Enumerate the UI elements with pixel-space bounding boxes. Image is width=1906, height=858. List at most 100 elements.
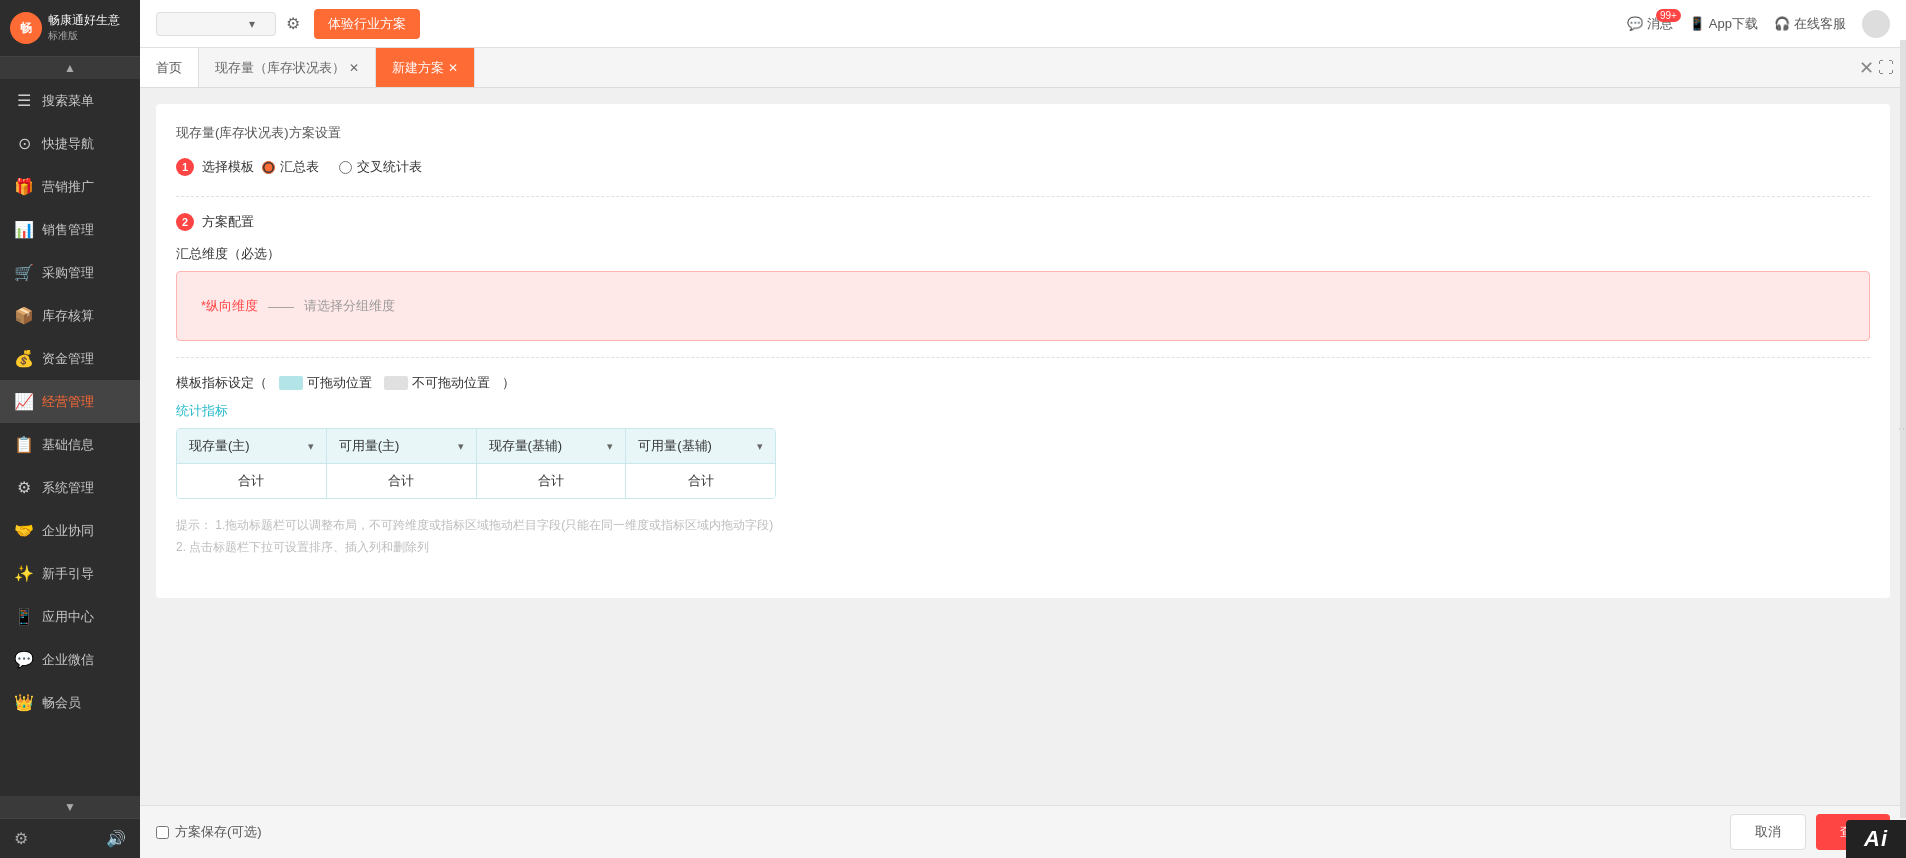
sales-icon: 📊 — [14, 220, 34, 239]
section-choose-template: 1 选择模板 汇总表 交叉统计表 — [176, 158, 1870, 176]
sidebar-item-enterprise[interactable]: 🤝 企业协同 — [0, 509, 140, 552]
sidebar-item-member[interactable]: 👑 畅会员 — [0, 681, 140, 724]
tab-new-scheme-close[interactable]: ✕ — [448, 61, 458, 75]
tab-inventory-close[interactable]: ✕ — [349, 61, 359, 75]
industry-btn[interactable]: 体验行业方案 — [314, 9, 420, 39]
sidebar-item-marketing[interactable]: 🎁 营销推广 — [0, 165, 140, 208]
cancel-button[interactable]: 取消 — [1730, 814, 1806, 850]
sidebar-item-inventory[interactable]: 📦 库存核算 — [0, 294, 140, 337]
sidebar-item-search-menu[interactable]: ☰ 搜索菜单 — [0, 79, 140, 122]
sidebar-item-label: 快捷导航 — [42, 135, 94, 153]
sidebar-item-finance[interactable]: 💰 资金管理 — [0, 337, 140, 380]
movable-badge: 可拖动位置 — [279, 374, 372, 392]
save-checkbox[interactable] — [156, 826, 169, 839]
sidebar-item-label: 营销推广 — [42, 178, 94, 196]
search-menu-icon: ☰ — [14, 91, 34, 110]
indicator-settings-label: 模板指标设定（ — [176, 374, 267, 392]
purchase-icon: 🛒 — [14, 263, 34, 282]
inventory-icon: 📦 — [14, 306, 34, 325]
sidebar-scroll-up[interactable]: ▲ — [0, 57, 140, 79]
sidebar-item-purchase[interactable]: 🛒 采购管理 — [0, 251, 140, 294]
sidebar-item-new-guide[interactable]: ✨ 新手引导 — [0, 552, 140, 595]
topbar: ▾ ⚙ 体验行业方案 💬 消息 99+ 📱 App下载 🎧 在线客服 — [140, 0, 1906, 48]
radio-summary-input[interactable] — [262, 161, 275, 174]
radio-cross-input[interactable] — [339, 161, 352, 174]
enterprise-wechat-icon: 💬 — [14, 650, 34, 669]
sidebar-item-label: 畅会员 — [42, 694, 81, 712]
col-data-0: 合计 — [177, 463, 327, 498]
speaker-icon[interactable]: 🔊 — [106, 829, 126, 848]
settings-icon[interactable]: ⚙ — [14, 829, 28, 848]
search-dropdown-icon[interactable]: ▾ — [249, 17, 255, 31]
indicator-settings: 模板指标设定（ 可拖动位置 不可拖动位置 ） — [176, 374, 1870, 392]
sidebar-item-enterprise-wechat[interactable]: 💬 企业微信 — [0, 638, 140, 681]
online-customer-btn[interactable]: 🎧 在线客服 — [1774, 15, 1846, 33]
gear-icon[interactable]: ⚙ — [286, 14, 300, 33]
sidebar-logo-icon: 畅 — [10, 12, 42, 44]
sidebar-item-basic-info[interactable]: 📋 基础信息 — [0, 423, 140, 466]
fixed-box — [384, 376, 408, 390]
sidebar-item-sales[interactable]: 📊 销售管理 — [0, 208, 140, 251]
sidebar-item-label: 系统管理 — [42, 479, 94, 497]
user-avatar-btn[interactable] — [1862, 10, 1890, 38]
resize-handle[interactable]: ⋮ — [1900, 40, 1906, 818]
sidebar-scroll-down[interactable]: ▼ — [0, 796, 140, 818]
topbar-search-box[interactable]: ▾ — [156, 12, 276, 36]
sidebar-item-label: 企业协同 — [42, 522, 94, 540]
dimension-box[interactable]: *纵向维度 —— 请选择分组维度 — [176, 271, 1870, 341]
col-header-1[interactable]: 可用量(主) ▾ — [327, 429, 477, 463]
section-scheme-config: 2 方案配置 汇总维度（必选） *纵向维度 —— 请选择分组维度 模板指标设定（ — [176, 213, 1870, 558]
col-header-3-chevron[interactable]: ▾ — [757, 440, 763, 453]
tab-inventory-label: 现存量（库存状况表） — [215, 59, 345, 77]
message-btn[interactable]: 💬 消息 99+ — [1627, 15, 1673, 33]
sidebar-logo: 畅 畅康通好生意 标准版 — [0, 0, 140, 57]
sidebar-item-label: 资金管理 — [42, 350, 94, 368]
col-header-0[interactable]: 现存量(主) ▾ — [177, 429, 327, 463]
sidebar-item-system[interactable]: ⚙ 系统管理 — [0, 466, 140, 509]
app-label: App下载 — [1709, 15, 1758, 33]
sidebar-item-label: 企业微信 — [42, 651, 94, 669]
sidebar-item-label: 经营管理 — [42, 393, 94, 411]
sidebar-item-app-center[interactable]: 📱 应用中心 — [0, 595, 140, 638]
tips: 提示： 1.拖动标题栏可以调整布局，不可跨维度或指标区域拖动栏目字段(只能在同一… — [176, 515, 1870, 558]
close-panel-btn[interactable]: ✕ — [1857, 55, 1876, 81]
expand-panel-btn[interactable]: ⛶ — [1876, 57, 1896, 79]
dimension-placeholder: 请选择分组维度 — [304, 297, 395, 315]
sidebar-item-label: 新手引导 — [42, 565, 94, 583]
tab-inventory-status[interactable]: 现存量（库存状况表） ✕ — [199, 48, 376, 87]
movable-box — [279, 376, 303, 390]
sidebar-nav: ☰ 搜索菜单 ⊙ 快捷导航 🎁 营销推广 📊 销售管理 🛒 采购管理 📦 库存核… — [0, 79, 140, 796]
stats-table: 现存量(主) ▾ 可用量(主) ▾ 现存量(基辅) ▾ 可用量(基辅) — [176, 428, 776, 499]
col-header-2-chevron[interactable]: ▾ — [607, 440, 613, 453]
sidebar-item-label: 基础信息 — [42, 436, 94, 454]
app-center-icon: 📱 — [14, 607, 34, 626]
col-header-3[interactable]: 可用量(基辅) ▾ — [626, 429, 775, 463]
stats-header-row: 现存量(主) ▾ 可用量(主) ▾ 现存量(基辅) ▾ 可用量(基辅) — [177, 429, 775, 463]
radio-summary[interactable]: 汇总表 — [262, 158, 319, 176]
col-header-2[interactable]: 现存量(基辅) ▾ — [477, 429, 627, 463]
app-download-btn[interactable]: 📱 App下载 — [1689, 15, 1758, 33]
save-option[interactable]: 方案保存(可选) — [156, 823, 262, 841]
stats-data-row: 合计 合计 合计 合计 — [177, 463, 775, 498]
section1-title: 选择模板 — [202, 158, 254, 176]
sidebar-item-label: 销售管理 — [42, 221, 94, 239]
ai-badge-label: Ai — [1864, 826, 1888, 851]
divider2 — [176, 357, 1870, 358]
tab-home[interactable]: 首页 — [140, 48, 199, 87]
radio-cross[interactable]: 交叉统计表 — [339, 158, 422, 176]
marketing-icon: 🎁 — [14, 177, 34, 196]
col-header-0-label: 现存量(主) — [189, 437, 250, 455]
sidebar-item-quick-nav[interactable]: ⊙ 快捷导航 — [0, 122, 140, 165]
col-header-2-label: 现存量(基辅) — [489, 437, 563, 455]
member-icon: 👑 — [14, 693, 34, 712]
section1-header: 1 选择模板 汇总表 交叉统计表 — [176, 158, 1870, 176]
sidebar-item-operations[interactable]: 📈 经营管理 — [0, 380, 140, 423]
tab-new-scheme[interactable]: 新建方案 ✕ — [376, 48, 475, 87]
system-icon: ⚙ — [14, 478, 34, 497]
search-input[interactable] — [165, 17, 245, 31]
stats-label: 统计指标 — [176, 402, 1870, 420]
fixed-label: 不可拖动位置 — [412, 374, 490, 392]
col-header-1-chevron[interactable]: ▾ — [458, 440, 464, 453]
col-header-0-chevron[interactable]: ▾ — [308, 440, 314, 453]
template-radio-group: 汇总表 交叉统计表 — [262, 158, 422, 176]
